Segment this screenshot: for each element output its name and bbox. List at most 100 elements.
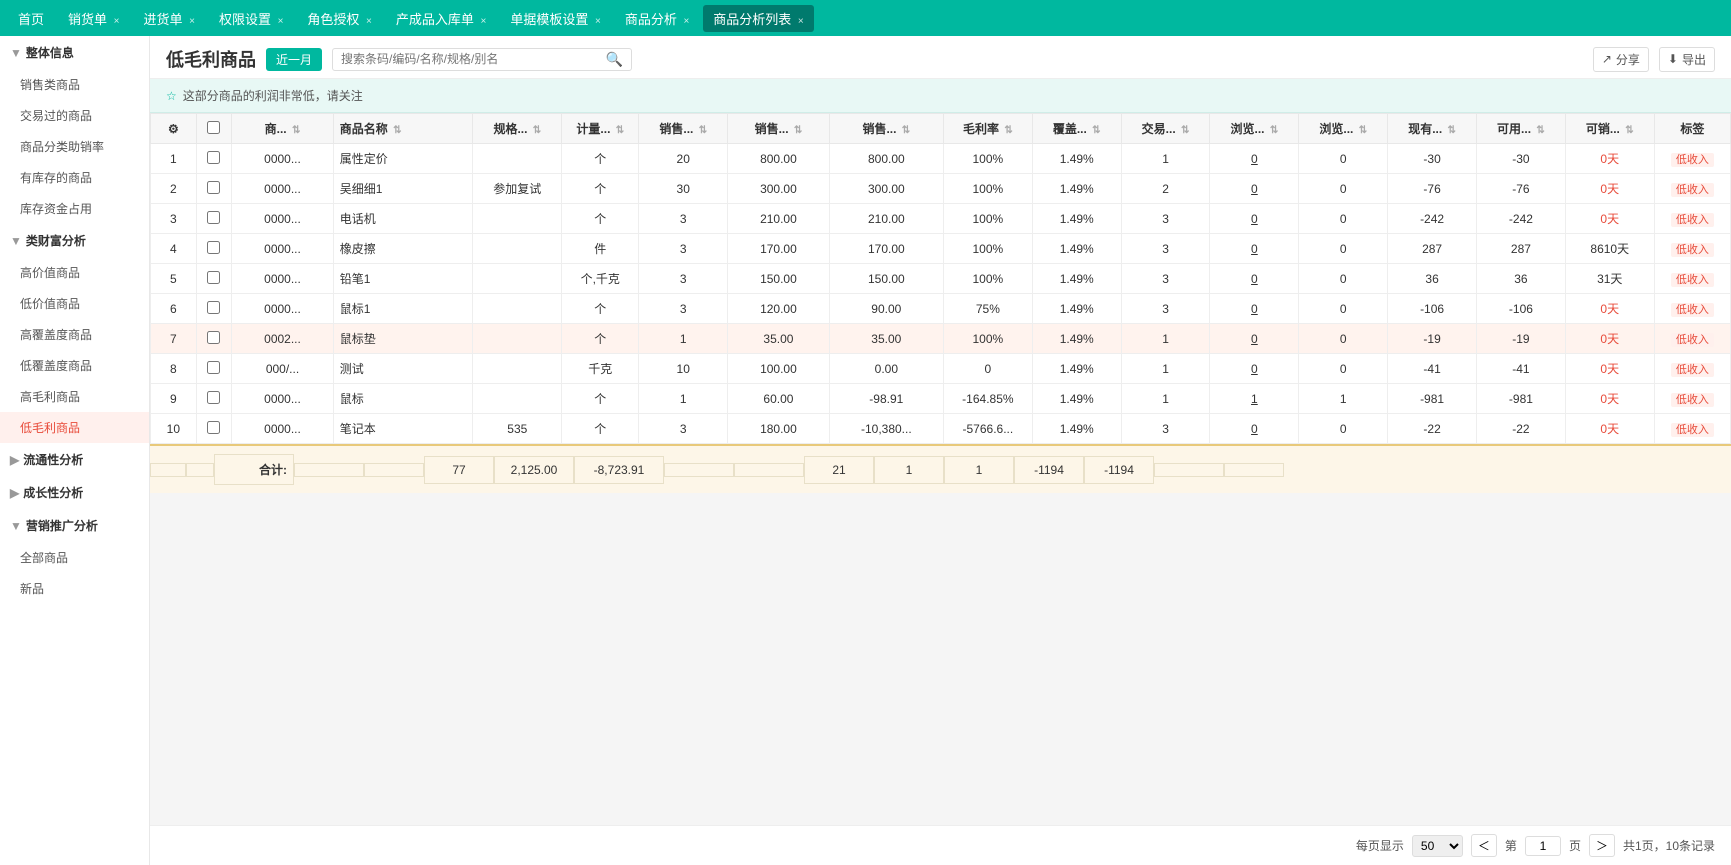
nav-close-role[interactable]: × [366, 16, 372, 27]
date-filter-button[interactable]: 近一月 [266, 48, 322, 71]
table-container[interactable]: ⚙ 商... ⇅ 商品名称 ⇅ 规格... ⇅ 计量... ⇅ 销售... ⇅ … [150, 113, 1731, 825]
browse1-link[interactable]: 1 [1251, 392, 1258, 406]
th-margin-rate[interactable]: 毛利率 ⇅ [943, 114, 1032, 144]
nav-item-permission[interactable]: 权限设置 × [209, 5, 293, 32]
th-tag[interactable]: 标签 [1654, 114, 1730, 144]
row-browse1[interactable]: 0 [1210, 264, 1299, 294]
th-current-stock[interactable]: 现有... ⇅ [1388, 114, 1477, 144]
row-checkbox[interactable] [207, 421, 220, 434]
th-browse2[interactable]: 浏览... ⇅ [1299, 114, 1388, 144]
browse1-link[interactable]: 0 [1251, 422, 1258, 436]
page-number-input[interactable] [1525, 836, 1561, 856]
row-checkbox-cell[interactable] [196, 294, 232, 324]
nav-close-purchase[interactable]: × [189, 16, 195, 27]
row-checkbox-cell[interactable] [196, 354, 232, 384]
settings-icon[interactable]: ⚙ [168, 122, 179, 136]
sidebar-item-stocked-goods[interactable]: 有库存的商品 [0, 162, 149, 193]
row-browse1[interactable]: 0 [1210, 234, 1299, 264]
nav-item-role[interactable]: 角色授权 × [297, 5, 381, 32]
th-sale-price[interactable]: 销售... ⇅ [728, 114, 830, 144]
th-coverage[interactable]: 覆盖... ⇅ [1032, 114, 1121, 144]
sidebar-item-category-sales[interactable]: 商品分类助销率 [0, 131, 149, 162]
row-checkbox[interactable] [207, 151, 220, 164]
export-button[interactable]: ⬇ 导出 [1659, 47, 1715, 72]
browse1-link[interactable]: 0 [1251, 152, 1258, 166]
row-checkbox-cell[interactable] [196, 234, 232, 264]
sidebar-group-flow[interactable]: ▶ 流通性分析 [0, 443, 149, 476]
th-available-stock[interactable]: 可用... ⇅ [1477, 114, 1566, 144]
nav-item-product-entry[interactable]: 产成品入库单 × [386, 5, 496, 32]
row-checkbox[interactable] [207, 241, 220, 254]
row-checkbox-cell[interactable] [196, 204, 232, 234]
sidebar-item-low-margin[interactable]: 低毛利商品 [0, 412, 149, 443]
row-browse1[interactable]: 0 [1210, 354, 1299, 384]
th-sku[interactable]: 商... ⇅ [232, 114, 334, 144]
row-browse1[interactable]: 0 [1210, 294, 1299, 324]
share-button[interactable]: ↗ 分享 [1593, 47, 1649, 72]
browse1-link[interactable]: 0 [1251, 302, 1258, 316]
row-checkbox[interactable] [207, 211, 220, 224]
browse1-link[interactable]: 0 [1251, 362, 1258, 376]
row-checkbox[interactable] [207, 331, 220, 344]
nav-close-permission[interactable]: × [278, 16, 284, 27]
sidebar-item-low-value[interactable]: 低价值商品 [0, 288, 149, 319]
row-browse1[interactable]: 0 [1210, 204, 1299, 234]
search-input[interactable] [341, 52, 602, 66]
nav-close-sales[interactable]: × [114, 16, 120, 27]
row-checkbox[interactable] [207, 181, 220, 194]
browse1-link[interactable]: 0 [1251, 332, 1258, 346]
sidebar-item-high-coverage[interactable]: 高覆盖度商品 [0, 319, 149, 350]
th-settings[interactable]: ⚙ [151, 114, 197, 144]
th-name[interactable]: 商品名称 ⇅ [333, 114, 473, 144]
browse1-link[interactable]: 0 [1251, 242, 1258, 256]
nav-close-goods-analysis-list[interactable]: × [798, 16, 804, 27]
nav-close-template[interactable]: × [595, 16, 601, 27]
nav-item-purchase[interactable]: 进货单 × [133, 5, 204, 32]
th-sale-qty[interactable]: 销售... ⇅ [639, 114, 728, 144]
row-checkbox[interactable] [207, 301, 220, 314]
row-browse1[interactable]: 0 [1210, 414, 1299, 444]
per-page-select[interactable]: 50 100 200 [1412, 835, 1463, 857]
row-checkbox-cell[interactable] [196, 324, 232, 354]
sidebar-item-all-goods[interactable]: 全部商品 [0, 542, 149, 573]
nav-close-goods-analysis[interactable]: × [683, 16, 689, 27]
select-all-checkbox[interactable] [207, 121, 220, 134]
nav-item-goods-analysis[interactable]: 商品分析 × [615, 5, 699, 32]
browse1-link[interactable]: 0 [1251, 212, 1258, 226]
row-browse1[interactable]: 1 [1210, 384, 1299, 414]
row-checkbox-cell[interactable] [196, 384, 232, 414]
browse1-link[interactable]: 0 [1251, 272, 1258, 286]
th-trade[interactable]: 交易... ⇅ [1121, 114, 1210, 144]
th-checkbox[interactable] [196, 114, 232, 144]
nav-item-sales[interactable]: 销货单 × [58, 5, 129, 32]
th-saleable-stock[interactable]: 可销... ⇅ [1565, 114, 1654, 144]
row-browse1[interactable]: 0 [1210, 144, 1299, 174]
sidebar-item-stock-capital[interactable]: 库存资金占用 [0, 193, 149, 224]
sidebar-item-sales-goods[interactable]: 销售类商品 [0, 69, 149, 100]
row-browse1[interactable]: 0 [1210, 324, 1299, 354]
th-unit[interactable]: 计量... ⇅ [562, 114, 639, 144]
next-page-button[interactable]: ＞ [1589, 834, 1615, 857]
nav-close-product-entry[interactable]: × [481, 16, 487, 27]
sidebar-item-high-margin[interactable]: 高毛利商品 [0, 381, 149, 412]
nav-item-goods-analysis-list[interactable]: 商品分析列表 × [703, 5, 813, 32]
nav-item-home[interactable]: 首页 [8, 5, 54, 32]
sidebar-group-wealth[interactable]: ▼ 类财富分析 [0, 224, 149, 257]
row-checkbox-cell[interactable] [196, 264, 232, 294]
browse1-link[interactable]: 0 [1251, 182, 1258, 196]
row-checkbox-cell[interactable] [196, 414, 232, 444]
th-browse1[interactable]: 浏览... ⇅ [1210, 114, 1299, 144]
nav-item-template[interactable]: 单据模板设置 × [500, 5, 610, 32]
sidebar-item-new-goods[interactable]: 新品 [0, 573, 149, 604]
prev-page-button[interactable]: ＜ [1471, 834, 1497, 857]
row-checkbox[interactable] [207, 361, 220, 374]
th-spec[interactable]: 规格... ⇅ [473, 114, 562, 144]
sidebar-group-overall[interactable]: ▼ 整体信息 [0, 36, 149, 69]
row-checkbox-cell[interactable] [196, 144, 232, 174]
search-icon[interactable]: 🔍 [606, 51, 623, 68]
sidebar-item-low-coverage[interactable]: 低覆盖度商品 [0, 350, 149, 381]
row-browse1[interactable]: 0 [1210, 174, 1299, 204]
th-sale-profit[interactable]: 销售... ⇅ [829, 114, 943, 144]
row-checkbox-cell[interactable] [196, 174, 232, 204]
row-checkbox[interactable] [207, 391, 220, 404]
